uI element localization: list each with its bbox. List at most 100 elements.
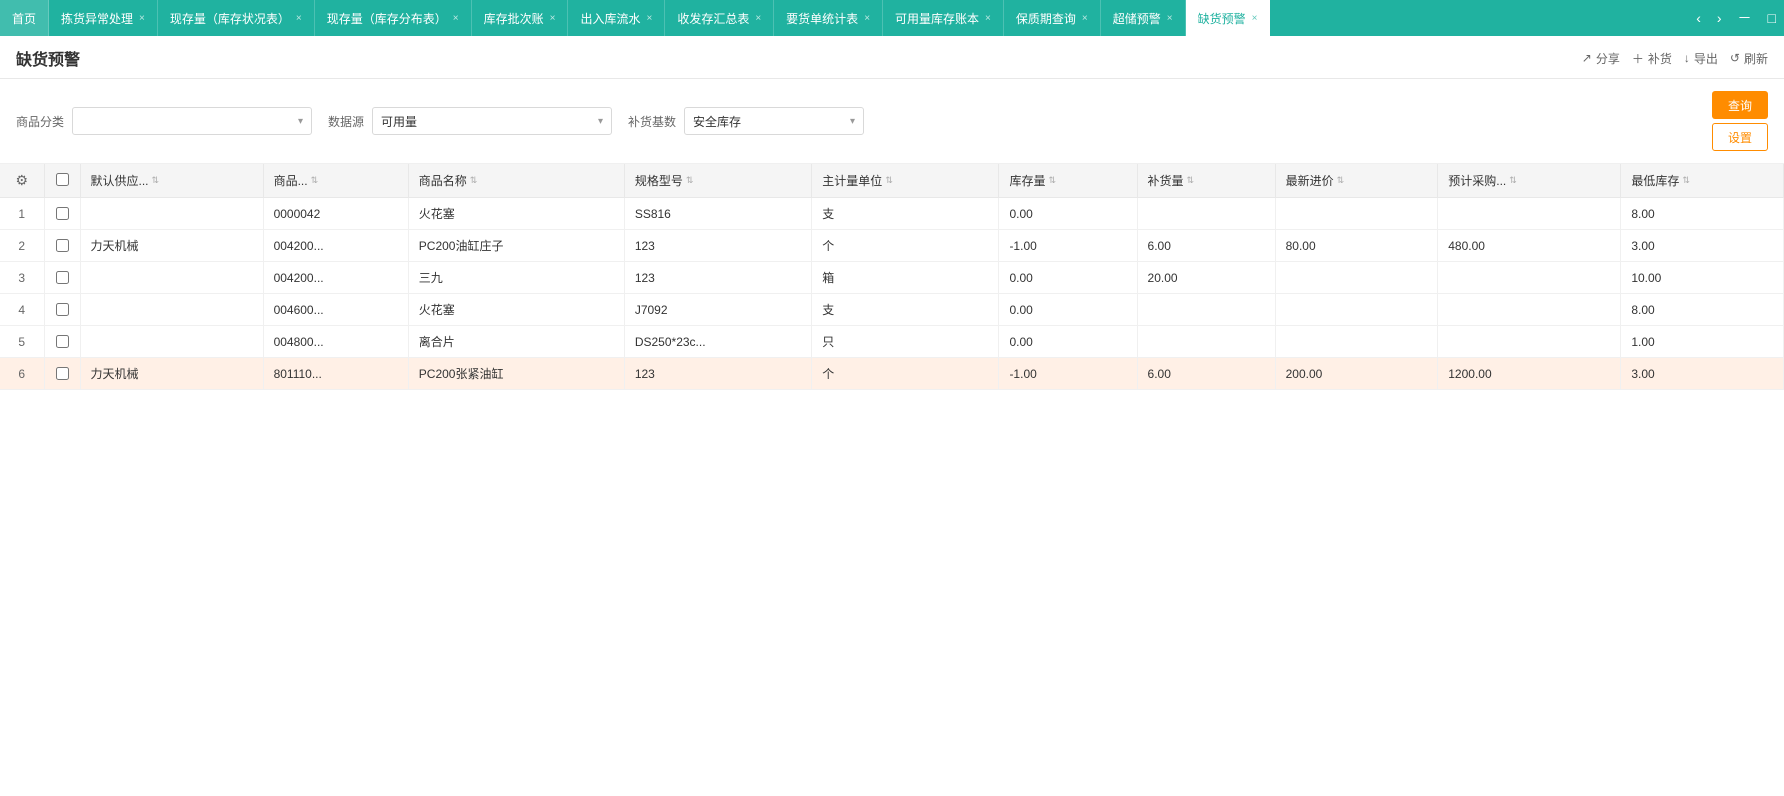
export-icon: ↓ [1684, 51, 1690, 65]
datasource-select[interactable]: 可用量 ▾ [372, 107, 612, 135]
tab-batch-account[interactable]: 库存批次账 × [472, 0, 569, 36]
tab-collect-summary[interactable]: 收发存汇总表 × [665, 0, 774, 36]
row-estimated-purchase [1438, 262, 1621, 294]
row-latest-price: 200.00 [1275, 358, 1438, 390]
row-replenish-qty: 20.00 [1137, 262, 1275, 294]
tab-close-order-stats[interactable]: × [864, 13, 870, 24]
tab-close-overstock[interactable]: × [1167, 13, 1173, 24]
row-estimated-purchase: 480.00 [1438, 230, 1621, 262]
tab-minimize-button[interactable]: － [1730, 8, 1760, 28]
col-header-replenish-qty[interactable]: 补货量 ⇅ [1137, 164, 1275, 198]
tab-close-inout-flow[interactable]: × [646, 13, 652, 24]
filter-actions: 查询 设置 [1712, 91, 1768, 151]
row-checkbox[interactable] [56, 303, 69, 316]
row-product-name: PC200张紧油缸 [408, 358, 624, 390]
select-all-checkbox[interactable] [56, 173, 69, 186]
row-index: 6 [0, 358, 44, 390]
tab-overstock[interactable]: 超储预警 × [1101, 0, 1186, 36]
col-header-min-stock[interactable]: 最低库存 ⇅ [1621, 164, 1784, 198]
row-checkbox[interactable] [56, 207, 69, 220]
row-estimated-purchase [1438, 198, 1621, 230]
row-unit: 支 [812, 294, 999, 326]
col-header-estimated-purchase[interactable]: 预计采购... ⇅ [1438, 164, 1621, 198]
tab-close-batch-account[interactable]: × [550, 13, 556, 24]
sort-icon-product-code: ⇅ [311, 175, 319, 186]
tab-inout-flow[interactable]: 出入库流水 × [568, 0, 665, 36]
data-table: ⚙ 默认供应... ⇅ 商品 [0, 164, 1784, 390]
refresh-icon: ↺ [1730, 51, 1740, 65]
tab-close-available-ledger[interactable]: × [985, 13, 991, 24]
export-button[interactable]: ↓ 导出 [1684, 50, 1718, 67]
tab-close-exception[interactable]: × [139, 13, 145, 24]
refresh-button[interactable]: ↺ 刷新 [1730, 50, 1768, 67]
row-stock-qty: -1.00 [999, 230, 1137, 262]
row-checkbox[interactable] [56, 335, 69, 348]
row-default-supplier: 力天机械 [80, 358, 263, 390]
row-replenish-qty [1137, 326, 1275, 358]
tab-next-button[interactable]: › [1709, 10, 1730, 26]
tab-order-stats[interactable]: 要货单统计表 × [774, 0, 883, 36]
row-spec: 123 [624, 262, 811, 294]
replenish-base-chevron-icon: ▾ [850, 116, 855, 127]
row-replenish-qty: 6.00 [1137, 230, 1275, 262]
replenish-button[interactable]: ＋ 补货 [1632, 50, 1672, 67]
tab-shortage[interactable]: 缺货预警 × [1186, 0, 1271, 36]
tab-expiry-query[interactable]: 保质期查询 × [1004, 0, 1101, 36]
row-checkbox[interactable] [56, 367, 69, 380]
row-min-stock: 1.00 [1621, 326, 1784, 358]
col-header-spec[interactable]: 规格型号 ⇅ [624, 164, 811, 198]
row-stock-qty: 0.00 [999, 294, 1137, 326]
tab-close-stock-status[interactable]: × [296, 13, 302, 24]
tab-stock-status[interactable]: 现存量（库存状况表） × [158, 0, 315, 36]
col-header-product-code[interactable]: 商品... ⇅ [263, 164, 408, 198]
tab-available-ledger[interactable]: 可用量库存账本 × [883, 0, 1004, 36]
tab-home[interactable]: 首页 [0, 0, 49, 36]
row-latest-price [1275, 198, 1438, 230]
sort-icon-unit: ⇅ [885, 175, 893, 186]
row-spec: 123 [624, 230, 811, 262]
tab-close-shortage[interactable]: × [1252, 13, 1258, 24]
row-stock-qty: -1.00 [999, 358, 1137, 390]
row-checkbox-cell [44, 358, 80, 390]
row-spec: J7092 [624, 294, 811, 326]
row-product-code: 801110... [263, 358, 408, 390]
settings-button[interactable]: 设置 [1712, 123, 1768, 151]
query-button[interactable]: 查询 [1712, 91, 1768, 119]
row-min-stock: 8.00 [1621, 198, 1784, 230]
col-header-unit[interactable]: 主计量单位 ⇅ [812, 164, 999, 198]
row-unit: 只 [812, 326, 999, 358]
tab-close-stock-dist[interactable]: × [453, 13, 459, 24]
datasource-filter-group: 数据源 可用量 ▾ [328, 107, 612, 135]
col-header-settings[interactable]: ⚙ [0, 164, 44, 198]
tab-exception[interactable]: 拣货异常处理 × [49, 0, 158, 36]
tab-maximize-button[interactable]: □ [1760, 10, 1784, 26]
row-product-code: 0000042 [263, 198, 408, 230]
row-product-name: PC200油缸庄子 [408, 230, 624, 262]
tab-prev-button[interactable]: ‹ [1688, 10, 1709, 26]
tab-stock-dist[interactable]: 现存量（库存分布表） × [315, 0, 472, 36]
gear-icon[interactable]: ⚙ [15, 172, 28, 188]
col-header-stock-qty[interactable]: 库存量 ⇅ [999, 164, 1137, 198]
row-unit: 箱 [812, 262, 999, 294]
share-button[interactable]: ↗ 分享 [1582, 50, 1620, 67]
col-header-default-supplier[interactable]: 默认供应... ⇅ [80, 164, 263, 198]
row-default-supplier [80, 326, 263, 358]
row-unit: 个 [812, 358, 999, 390]
col-header-product-name[interactable]: 商品名称 ⇅ [408, 164, 624, 198]
row-product-code: 004800... [263, 326, 408, 358]
col-header-latest-price[interactable]: 最新进价 ⇅ [1275, 164, 1438, 198]
row-product-code: 004200... [263, 230, 408, 262]
sort-icon-min-stock: ⇅ [1682, 175, 1690, 186]
replenish-icon: ＋ [1632, 50, 1644, 67]
row-checkbox[interactable] [56, 271, 69, 284]
tab-close-expiry-query[interactable]: × [1082, 13, 1088, 24]
category-select[interactable]: ▾ [72, 107, 312, 135]
row-checkbox-cell [44, 294, 80, 326]
tab-close-collect-summary[interactable]: × [755, 13, 761, 24]
row-product-name: 三九 [408, 262, 624, 294]
table-row: 2力天机械004200...PC200油缸庄子123个-1.006.0080.0… [0, 230, 1784, 262]
replenish-base-select[interactable]: 安全库存 ▾ [684, 107, 864, 135]
page-header: 缺货预警 ↗ 分享 ＋ 补货 ↓ 导出 ↺ 刷新 [0, 36, 1784, 79]
datasource-label: 数据源 [328, 113, 364, 130]
row-checkbox[interactable] [56, 239, 69, 252]
